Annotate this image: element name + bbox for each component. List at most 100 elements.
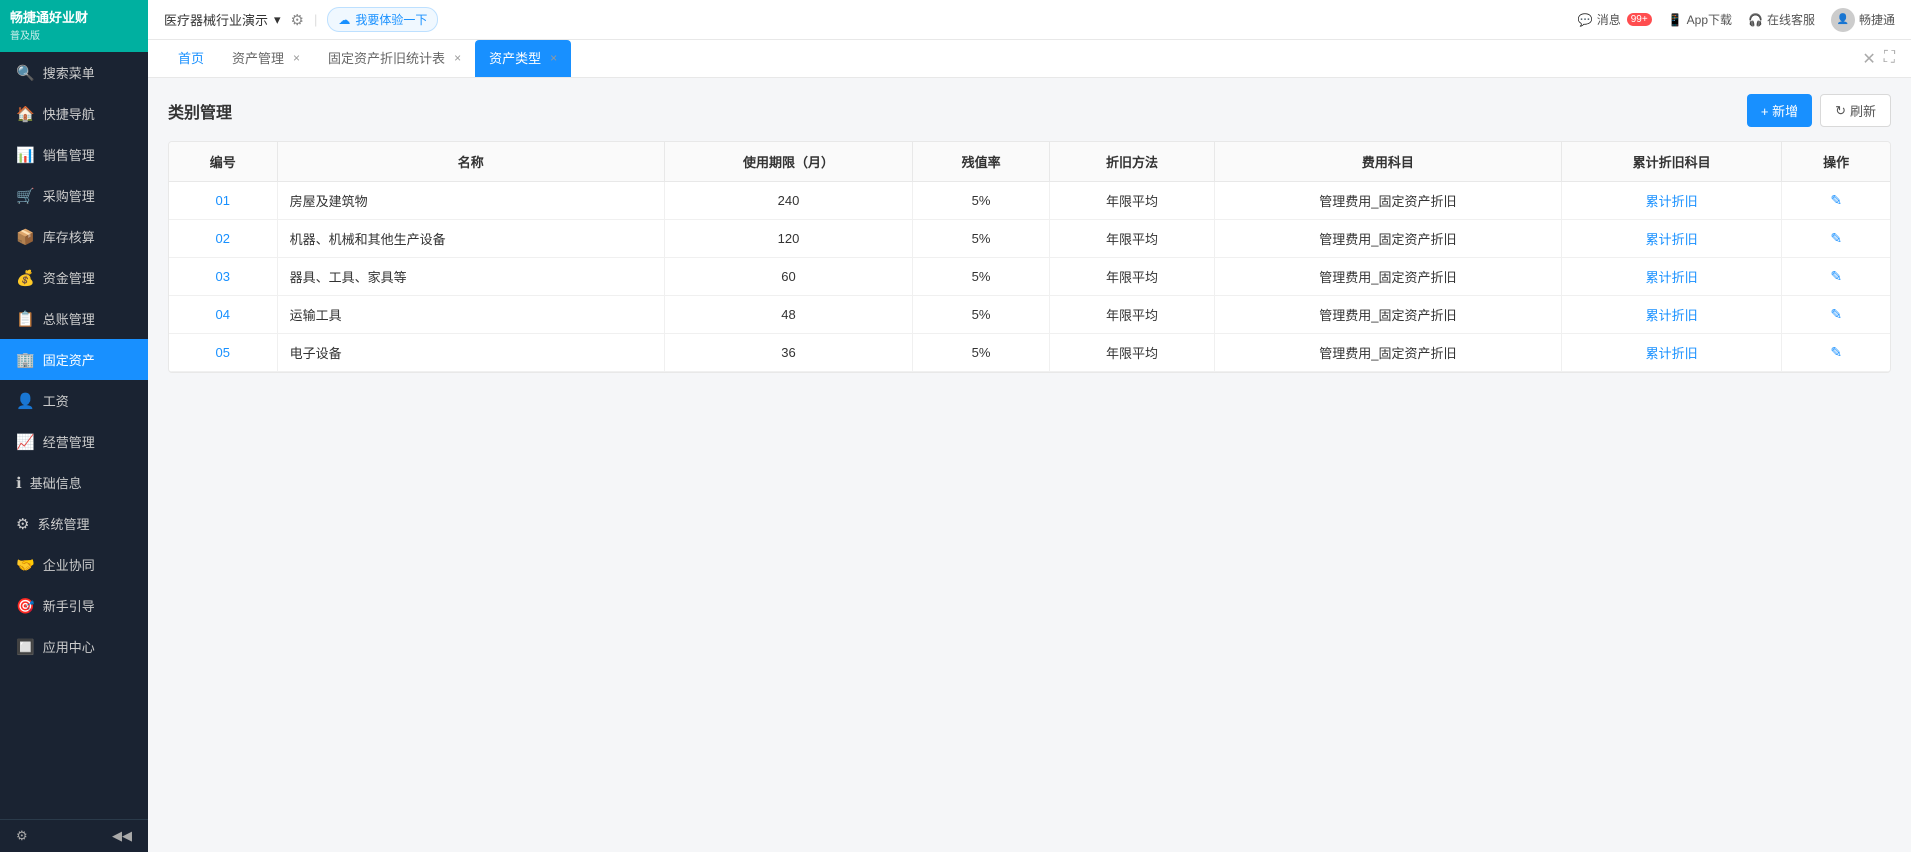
- cell-edit[interactable]: ✎: [1782, 296, 1890, 334]
- message-icon: 💬: [1578, 13, 1593, 27]
- nav-icon: 💰: [16, 269, 35, 287]
- cell-name: 电子设备: [277, 334, 664, 372]
- cell-period: 48: [664, 296, 912, 334]
- cell-id[interactable]: 04: [169, 296, 277, 334]
- cell-period: 120: [664, 220, 912, 258]
- cell-id[interactable]: 03: [169, 258, 277, 296]
- cell-name: 机器、机械和其他生产设备: [277, 220, 664, 258]
- nav-icon: 📊: [16, 146, 35, 164]
- cell-expense: 管理费用_固定资产折旧: [1214, 334, 1561, 372]
- sidebar-item-库存核算[interactable]: 📦 库存核算: [0, 216, 148, 257]
- page-actions: + 新增 ↻ 刷新: [1747, 94, 1891, 127]
- new-button[interactable]: + 新增: [1747, 94, 1812, 127]
- cell-accumulated[interactable]: 累计折旧: [1561, 334, 1781, 372]
- nav-label: 企业协同: [43, 555, 95, 574]
- tab-首页[interactable]: 首页: [164, 40, 218, 77]
- close-window-button[interactable]: ✕: [1862, 49, 1875, 69]
- cell-edit[interactable]: ✎: [1782, 182, 1890, 220]
- cell-id[interactable]: 01: [169, 182, 277, 220]
- content-area: 类别管理 + 新增 ↻ 刷新 编号名称使用期限（月）残值率折旧方法费用科目累计折…: [148, 78, 1911, 852]
- sidebar-item-工资[interactable]: 👤 工资: [0, 380, 148, 421]
- experience-button[interactable]: ☁ 我要体验一下: [327, 7, 438, 32]
- customer-service-button[interactable]: 🎧 在线客服: [1748, 11, 1815, 28]
- message-button[interactable]: 💬 消息 99+: [1578, 11, 1652, 28]
- nav-icon: ⚙: [16, 515, 29, 533]
- sidebar-item-固定资产[interactable]: 🏢 固定资产: [0, 339, 148, 380]
- topbar-divider: |: [314, 12, 317, 27]
- nav-icon: 🔲: [16, 638, 35, 656]
- tab-资产类型[interactable]: 资产类型×: [475, 40, 571, 77]
- sidebar-item-采购管理[interactable]: 🛒 采购管理: [0, 175, 148, 216]
- col-header-费用科目: 费用科目: [1214, 142, 1561, 182]
- phone-icon: 📱: [1668, 13, 1683, 27]
- cell-edit[interactable]: ✎: [1782, 258, 1890, 296]
- cell-edit[interactable]: ✎: [1782, 220, 1890, 258]
- sidebar-item-系统管理[interactable]: ⚙ 系统管理: [0, 503, 148, 544]
- cell-accumulated[interactable]: 累计折旧: [1561, 220, 1781, 258]
- nav-label: 应用中心: [43, 637, 95, 656]
- cell-period: 36: [664, 334, 912, 372]
- cell-accumulated[interactable]: 累计折旧: [1561, 182, 1781, 220]
- main-area: 医疗器械行业演示 ▾ ⚙ | ☁ 我要体验一下 💬 消息 99+ 📱 App下载…: [148, 0, 1911, 852]
- col-header-编号: 编号: [169, 142, 277, 182]
- expand-window-button[interactable]: ⛶: [1884, 49, 1895, 69]
- table: 编号名称使用期限（月）残值率折旧方法费用科目累计折旧科目操作 01房屋及建筑物2…: [169, 142, 1890, 372]
- headset-icon: 🎧: [1748, 13, 1763, 27]
- tab-close-icon[interactable]: ×: [293, 51, 300, 65]
- cell-name: 运输工具: [277, 296, 664, 334]
- tab-label: 固定资产折旧统计表: [328, 48, 445, 67]
- page-title: 类别管理: [168, 99, 232, 123]
- tab-固定资产折旧统计表[interactable]: 固定资产折旧统计表 ×: [314, 40, 475, 77]
- col-header-累计折旧科目: 累计折旧科目: [1561, 142, 1781, 182]
- col-header-使用期限（月）: 使用期限（月）: [664, 142, 912, 182]
- nav-label: 新手引导: [43, 596, 95, 615]
- cell-id[interactable]: 05: [169, 334, 277, 372]
- sidebar-item-总账管理[interactable]: 📋 总账管理: [0, 298, 148, 339]
- table-row: 04运输工具485%年限平均管理费用_固定资产折旧累计折旧✎: [169, 296, 1890, 334]
- table-row: 01房屋及建筑物2405%年限平均管理费用_固定资产折旧累计折旧✎: [169, 182, 1890, 220]
- sidebar-item-新手引导[interactable]: 🎯 新手引导: [0, 585, 148, 626]
- sidebar-item-搜索菜单[interactable]: 🔍 搜索菜单: [0, 52, 148, 93]
- sidebar-item-销售管理[interactable]: 📊 销售管理: [0, 134, 148, 175]
- asset-type-table: 编号名称使用期限（月）残值率折旧方法费用科目累计折旧科目操作 01房屋及建筑物2…: [168, 141, 1891, 373]
- sidebar-item-基础信息[interactable]: ℹ 基础信息: [0, 462, 148, 503]
- cell-accumulated[interactable]: 累计折旧: [1561, 258, 1781, 296]
- user-button[interactable]: 👤 畅捷通: [1831, 8, 1895, 32]
- sidebar-item-快捷导航[interactable]: 🏠 快捷导航: [0, 93, 148, 134]
- cell-period: 240: [664, 182, 912, 220]
- collapse-icon[interactable]: ◀◀: [112, 828, 132, 844]
- nav-label: 工资: [43, 391, 69, 410]
- cell-expense: 管理费用_固定资产折旧: [1214, 220, 1561, 258]
- app-download-label: App下载: [1687, 11, 1732, 28]
- cell-method: 年限平均: [1050, 296, 1215, 334]
- nav-icon: ℹ: [16, 474, 22, 492]
- sidebar-item-经营管理[interactable]: 📈 经营管理: [0, 421, 148, 462]
- sidebar-item-企业协同[interactable]: 🤝 企业协同: [0, 544, 148, 585]
- sidebar-item-资金管理[interactable]: 💰 资金管理: [0, 257, 148, 298]
- sidebar-item-应用中心[interactable]: 🔲 应用中心: [0, 626, 148, 667]
- cell-expense: 管理费用_固定资产折旧: [1214, 182, 1561, 220]
- app-download-button[interactable]: 📱 App下载: [1668, 11, 1732, 28]
- cell-edit[interactable]: ✎: [1782, 334, 1890, 372]
- module-selector[interactable]: 医疗器械行业演示 ▾: [164, 10, 281, 29]
- module-label: 医疗器械行业演示: [164, 10, 268, 29]
- cell-accumulated[interactable]: 累计折旧: [1561, 296, 1781, 334]
- nav-icon: 📦: [16, 228, 35, 246]
- tab-资产管理[interactable]: 资产管理×: [218, 40, 314, 77]
- cell-id[interactable]: 02: [169, 220, 277, 258]
- tabs-bar: 首页资产管理×固定资产折旧统计表×资产类型× ✕ ⛶: [148, 40, 1911, 78]
- nav-label: 基础信息: [30, 473, 82, 492]
- nav-icon: 📋: [16, 310, 35, 328]
- cell-residual: 5%: [913, 220, 1050, 258]
- cell-expense: 管理费用_固定资产折旧: [1214, 296, 1561, 334]
- settings-icon[interactable]: ⚙: [16, 828, 28, 844]
- topbar-settings-icon[interactable]: ⚙: [291, 11, 304, 29]
- refresh-button[interactable]: ↻ 刷新: [1820, 94, 1891, 127]
- table-row: 03器具、工具、家具等605%年限平均管理费用_固定资产折旧累计折旧✎: [169, 258, 1890, 296]
- experience-label: 我要体验一下: [355, 11, 427, 28]
- tab-close-icon[interactable]: ×: [550, 51, 557, 65]
- nav-label: 搜索菜单: [43, 63, 95, 82]
- col-header-残值率: 残值率: [913, 142, 1050, 182]
- topbar-right: 💬 消息 99+ 📱 App下载 🎧 在线客服 👤 畅捷通: [1578, 8, 1895, 32]
- tab-close-icon[interactable]: ×: [454, 51, 461, 65]
